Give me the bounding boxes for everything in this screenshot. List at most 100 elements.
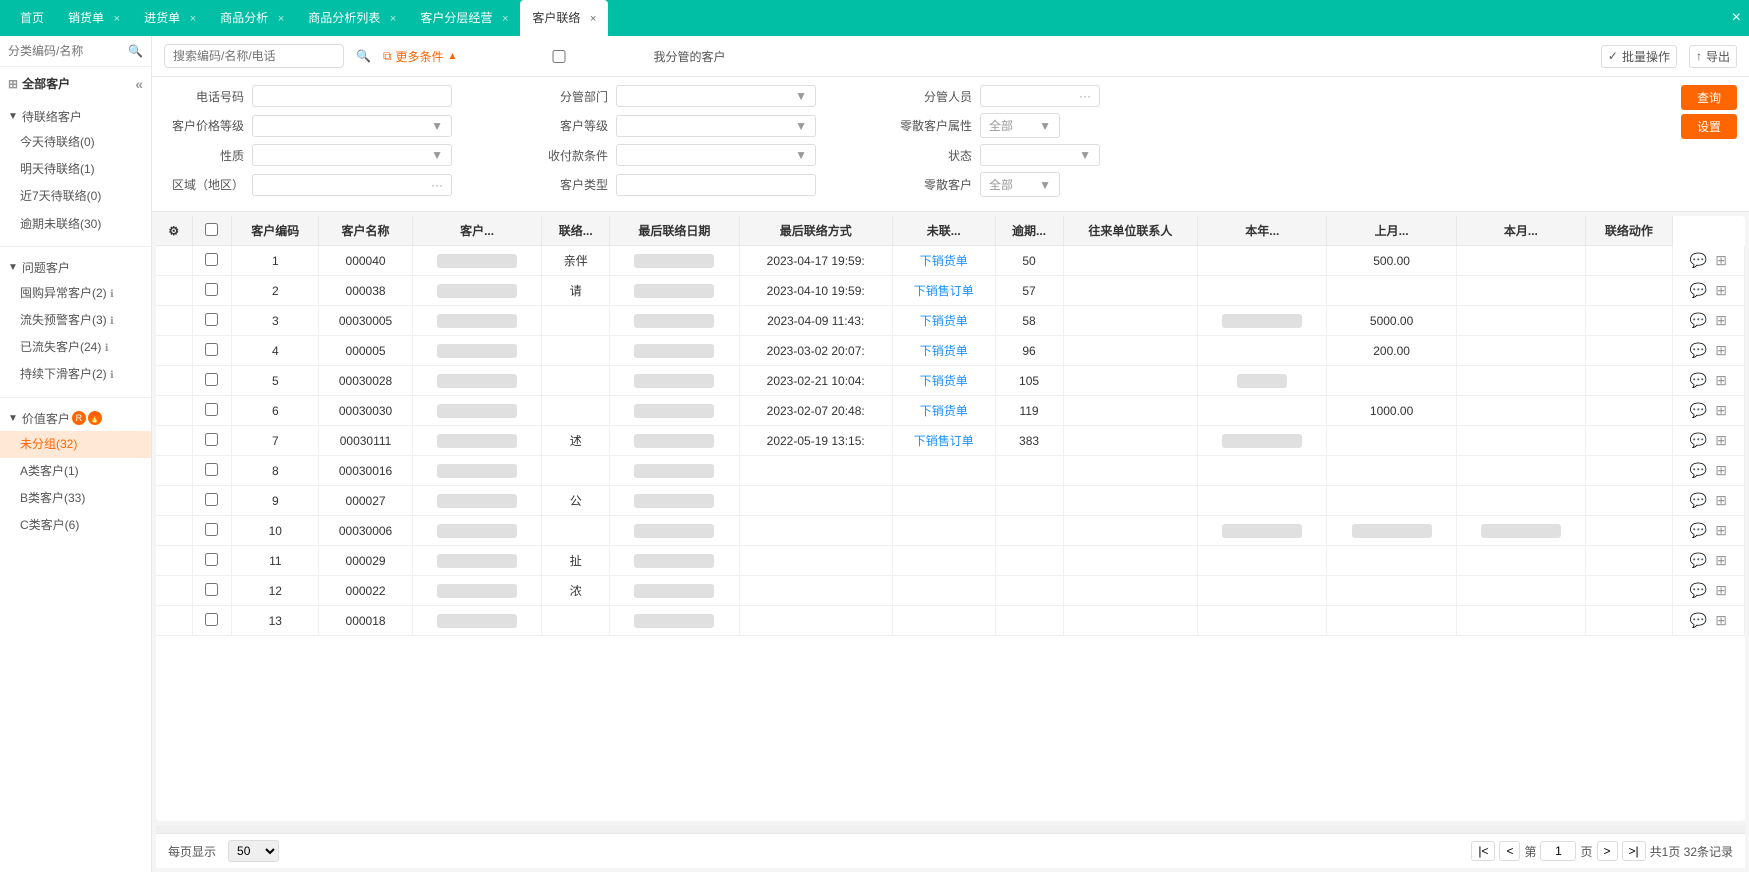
horizontal-scrollbar[interactable]: [156, 825, 1745, 833]
retail-select[interactable]: 全部 ▼: [980, 172, 1060, 197]
row-checkbox[interactable]: [205, 493, 218, 506]
row-checkbox[interactable]: [205, 253, 218, 266]
chat-icon[interactable]: 💬: [1690, 252, 1707, 269]
grid-icon[interactable]: ⊞: [1715, 282, 1727, 299]
row-checkbox[interactable]: [205, 283, 218, 296]
nav-customer-segment[interactable]: 客户分层经营 ×: [408, 0, 520, 36]
grid-icon[interactable]: ⊞: [1715, 312, 1727, 329]
td-checkbox[interactable]: [192, 276, 232, 306]
row-checkbox[interactable]: [205, 313, 218, 326]
td-checkbox[interactable]: [192, 606, 232, 636]
sidebar-item-a-class[interactable]: A类客户(1): [0, 458, 151, 485]
chat-icon[interactable]: 💬: [1690, 282, 1707, 299]
nav-home[interactable]: 首页: [8, 0, 56, 36]
chat-icon[interactable]: 💬: [1690, 582, 1707, 599]
row-checkbox[interactable]: [205, 403, 218, 416]
chat-icon[interactable]: 💬: [1690, 612, 1707, 629]
status-select[interactable]: ▼: [980, 144, 1100, 166]
chat-icon[interactable]: 💬: [1690, 492, 1707, 509]
region-select[interactable]: ···: [252, 174, 452, 196]
cust-grade-select[interactable]: ▼: [616, 115, 816, 137]
close-customer-contact-icon[interactable]: ×: [590, 13, 596, 25]
link-cell[interactable]: 下销货单: [920, 254, 968, 268]
td-checkbox[interactable]: [192, 396, 232, 426]
nav-sales[interactable]: 销货单 ×: [56, 0, 132, 36]
sidebar-item-b-class[interactable]: B类客户(33): [0, 485, 151, 512]
close-goods-list-icon[interactable]: ×: [390, 13, 396, 25]
problem-customer-title[interactable]: ▼ 问题客户: [0, 255, 151, 280]
sidebar-item-lost[interactable]: 已流失客户(24) ℹ: [0, 334, 151, 361]
nav-purchase[interactable]: 进货单 ×: [132, 0, 208, 36]
sidebar-item-ungrouped[interactable]: 未分组(32): [0, 431, 151, 458]
chat-icon[interactable]: 💬: [1690, 312, 1707, 329]
sidebar-search-icon[interactable]: 🔍: [128, 44, 143, 58]
grid-icon[interactable]: ⊞: [1715, 372, 1727, 389]
chat-icon[interactable]: 💬: [1690, 522, 1707, 539]
grid-icon[interactable]: ⊞: [1715, 462, 1727, 479]
row-checkbox[interactable]: [205, 463, 218, 476]
my-customers-check[interactable]: [469, 50, 649, 63]
chat-icon[interactable]: 💬: [1690, 552, 1707, 569]
nav-customer-contact[interactable]: 客户联络 ×: [520, 0, 608, 36]
grid-icon[interactable]: ⊞: [1715, 402, 1727, 419]
all-customers-header[interactable]: ⊞ 全部客户 «: [0, 67, 151, 100]
grid-icon[interactable]: ⊞: [1715, 492, 1727, 509]
td-checkbox[interactable]: [192, 336, 232, 366]
th-settings[interactable]: ⚙: [156, 216, 192, 246]
select-all-checkbox[interactable]: [205, 223, 218, 236]
link-cell[interactable]: 下销售订单: [914, 284, 974, 298]
grid-icon[interactable]: ⊞: [1715, 522, 1727, 539]
dept-select[interactable]: ▼: [616, 85, 816, 107]
collapse-sidebar-icon[interactable]: «: [135, 76, 143, 92]
grid-icon[interactable]: ⊞: [1715, 342, 1727, 359]
query-button[interactable]: 查询: [1681, 85, 1737, 110]
grid-icon[interactable]: ⊞: [1715, 552, 1727, 569]
td-checkbox[interactable]: [192, 546, 232, 576]
prev-page-btn[interactable]: <: [1499, 841, 1520, 861]
close-purchase-icon[interactable]: ×: [190, 13, 196, 25]
nav-goods-list[interactable]: 商品分析列表 ×: [296, 0, 408, 36]
more-conditions-btn[interactable]: ⧉ 更多条件 ▲: [383, 48, 458, 65]
window-close-icon[interactable]: ×: [1732, 9, 1741, 27]
value-customer-title[interactable]: ▼ 价值客户 R 🔥: [0, 406, 151, 431]
person-select[interactable]: ···: [980, 85, 1100, 107]
chat-icon[interactable]: 💬: [1690, 432, 1707, 449]
th-checkbox[interactable]: [192, 216, 232, 246]
row-checkbox[interactable]: [205, 613, 218, 626]
batch-operation-btn[interactable]: ✓ 批量操作: [1601, 45, 1677, 68]
last-page-btn[interactable]: >|: [1622, 841, 1646, 861]
td-checkbox[interactable]: [192, 366, 232, 396]
sidebar-item-declining[interactable]: 持续下滑客户(2) ℹ: [0, 361, 151, 388]
close-customer-segment-icon[interactable]: ×: [502, 13, 508, 25]
nature-select[interactable]: ▼: [252, 144, 452, 166]
chat-icon[interactable]: 💬: [1690, 402, 1707, 419]
row-checkbox[interactable]: [205, 343, 218, 356]
sidebar-item-hoarding[interactable]: 囤购异常客户(2) ℹ: [0, 280, 151, 307]
next-page-btn[interactable]: >: [1597, 841, 1618, 861]
row-checkbox[interactable]: [205, 433, 218, 446]
nav-goods-analysis[interactable]: 商品分析 ×: [208, 0, 296, 36]
td-checkbox[interactable]: [192, 576, 232, 606]
td-checkbox[interactable]: [192, 456, 232, 486]
sidebar-item-today[interactable]: 今天待联络(0): [0, 129, 151, 156]
td-checkbox[interactable]: [192, 426, 232, 456]
reset-button[interactable]: 设置: [1681, 114, 1737, 139]
chat-icon[interactable]: 💬: [1690, 372, 1707, 389]
search-input[interactable]: [164, 44, 344, 68]
price-grade-select[interactable]: ▼: [252, 115, 452, 137]
grid-icon[interactable]: ⊞: [1715, 582, 1727, 599]
chat-icon[interactable]: 💬: [1690, 342, 1707, 359]
link-cell[interactable]: 下销货单: [920, 404, 968, 418]
td-checkbox[interactable]: [192, 246, 232, 276]
phone-input[interactable]: [252, 85, 452, 107]
cust-type-input[interactable]: [616, 174, 816, 196]
grid-icon[interactable]: ⊞: [1715, 432, 1727, 449]
link-cell[interactable]: 下销货单: [920, 314, 968, 328]
grid-icon[interactable]: ⊞: [1715, 612, 1727, 629]
td-checkbox[interactable]: [192, 486, 232, 516]
link-cell[interactable]: 下销货单: [920, 374, 968, 388]
sidebar-item-overdue[interactable]: 逾期未联络(30): [0, 211, 151, 238]
row-checkbox[interactable]: [205, 553, 218, 566]
sidebar-item-7days[interactable]: 近7天待联络(0): [0, 183, 151, 210]
close-goods-analysis-icon[interactable]: ×: [278, 13, 284, 25]
